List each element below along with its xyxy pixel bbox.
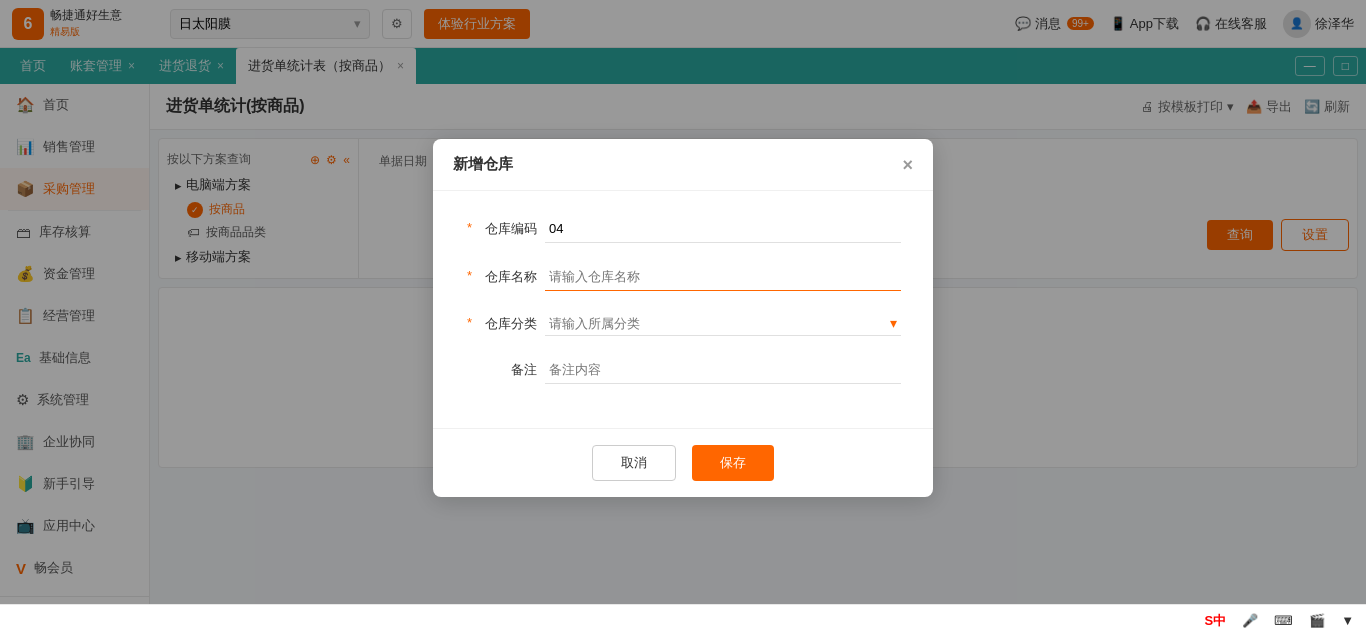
category-label: 仓库分类: [465, 315, 545, 333]
dialog-close-button[interactable]: ×: [902, 156, 913, 174]
toolbar-collapse-icon[interactable]: ▼: [1341, 613, 1354, 628]
category-select-wrap[interactable]: ▾: [545, 311, 901, 336]
keyboard-icon[interactable]: ⌨: [1274, 613, 1293, 628]
form-row-name: 仓库名称: [465, 263, 901, 291]
dialog-body: 仓库编码 仓库名称 仓库分类 ▾ 备注: [433, 191, 933, 428]
dialog-title: 新增仓库: [453, 155, 513, 174]
category-dropdown-icon: ▾: [890, 315, 897, 331]
microphone-icon[interactable]: 🎤: [1242, 613, 1258, 628]
dialog-footer: 取消 保存: [433, 428, 933, 497]
dialog-header: 新增仓库 ×: [433, 139, 933, 191]
category-input[interactable]: [549, 316, 890, 331]
form-row-category: 仓库分类 ▾: [465, 311, 901, 336]
code-label: 仓库编码: [465, 220, 545, 238]
code-input[interactable]: [545, 215, 901, 243]
save-button[interactable]: 保存: [692, 445, 774, 481]
camera-icon[interactable]: 🎬: [1309, 613, 1325, 628]
remark-label: 备注: [465, 361, 545, 379]
bottom-bar: S中 🎤 ⌨ 🎬 ▼: [0, 604, 1366, 636]
new-warehouse-dialog: 新增仓库 × 仓库编码 仓库名称 仓库分类 ▾: [433, 139, 933, 497]
form-row-remark: 备注: [465, 356, 901, 384]
modal-overlay: 新增仓库 × 仓库编码 仓库名称 仓库分类 ▾: [0, 0, 1366, 636]
remark-input[interactable]: [545, 356, 901, 384]
name-input[interactable]: [545, 263, 901, 291]
cancel-button[interactable]: 取消: [592, 445, 676, 481]
sogou-icon[interactable]: S中: [1204, 612, 1226, 630]
form-row-code: 仓库编码: [465, 215, 901, 243]
name-label: 仓库名称: [465, 268, 545, 286]
